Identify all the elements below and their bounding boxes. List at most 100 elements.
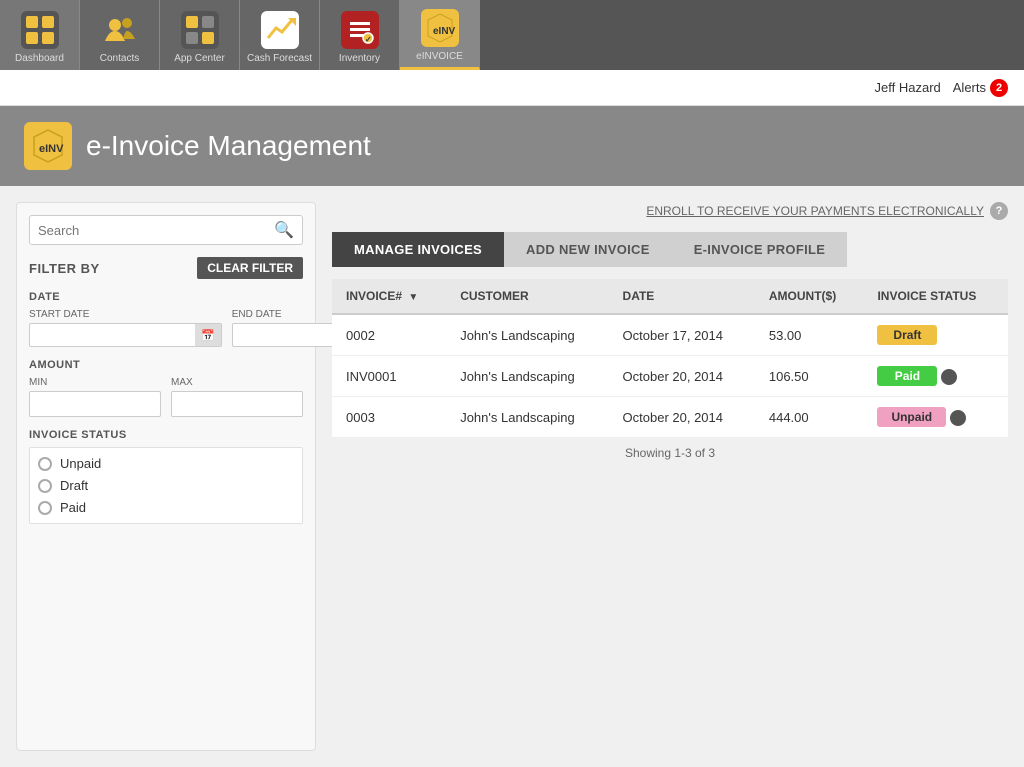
cell-date: October 20, 2014 xyxy=(609,397,755,438)
sidebar: 🔍 FILTER BY CLEAR FILTER DATE START DATE… xyxy=(16,202,316,751)
max-amount-input[interactable] xyxy=(171,391,303,417)
status-badge: Draft xyxy=(877,325,937,345)
appcenter-icon xyxy=(181,11,219,49)
status-label-draft: Draft xyxy=(60,478,88,493)
contacts-icon xyxy=(101,11,139,49)
svg-text:eINV: eINV xyxy=(433,26,456,37)
top-navigation: Dashboard Contacts App Center Cash Forec… xyxy=(0,0,1024,70)
status-radio-draft[interactable] xyxy=(38,479,52,493)
cell-invoice-num: INV0001 xyxy=(332,356,446,397)
cell-date: October 20, 2014 xyxy=(609,356,755,397)
col-header-customer[interactable]: CUSTOMER xyxy=(446,279,608,314)
tab-einvoice-profile[interactable]: E-INVOICE PROFILE xyxy=(672,232,848,267)
cell-status: Paid xyxy=(863,356,1008,397)
status-filter-section: INVOICE STATUS Unpaid Draft Paid xyxy=(29,429,303,524)
table-header-row: INVOICE# ▼ CUSTOMER DATE AMOUNT($) INVOI… xyxy=(332,279,1008,314)
filter-header: FILTER BY CLEAR FILTER xyxy=(29,257,303,279)
date-section-title: DATE xyxy=(29,291,303,303)
row-action-dot[interactable] xyxy=(950,410,966,426)
clear-filter-button[interactable]: CLEAR FILTER xyxy=(197,257,303,279)
tab-manage-invoices[interactable]: MANAGE INVOICES xyxy=(332,232,504,267)
status-option-draft[interactable]: Draft xyxy=(38,478,294,493)
max-amount-field: MAX xyxy=(171,377,303,417)
dashboard-icon xyxy=(21,11,59,49)
tab-bar: MANAGE INVOICES ADD NEW INVOICE E-INVOIC… xyxy=(332,232,1008,267)
nav-label-cashforecast: Cash Forecast xyxy=(247,53,312,64)
start-date-field: START DATE 📅 xyxy=(29,309,222,347)
user-name: Jeff Hazard xyxy=(875,80,941,95)
max-label: MAX xyxy=(171,377,303,388)
cell-amount: 106.50 xyxy=(755,356,864,397)
showing-text: Showing 1-3 of 3 xyxy=(332,438,1008,468)
invoice-table-container: INVOICE# ▼ CUSTOMER DATE AMOUNT($) INVOI… xyxy=(332,279,1008,468)
nav-label-einvoice: eINVOICE xyxy=(416,51,463,62)
inventory-icon: ✓ xyxy=(341,11,379,49)
cell-customer: John's Landscaping xyxy=(446,356,608,397)
page-header-icon: eINV xyxy=(24,122,72,170)
alerts-label: Alerts xyxy=(953,80,986,95)
nav-item-contacts[interactable]: Contacts xyxy=(80,0,160,70)
help-icon[interactable]: ? xyxy=(990,202,1008,220)
status-badge: Unpaid xyxy=(877,407,946,427)
min-label: MIN xyxy=(29,377,161,388)
nav-label-dashboard: Dashboard xyxy=(15,53,64,64)
cell-date: October 17, 2014 xyxy=(609,314,755,356)
amount-section-title: AMOUNT xyxy=(29,359,303,371)
cell-status: Unpaid xyxy=(863,397,1008,438)
nav-item-appcenter[interactable]: App Center xyxy=(160,0,240,70)
col-header-date[interactable]: DATE xyxy=(609,279,755,314)
nav-label-inventory: Inventory xyxy=(339,53,380,64)
cell-invoice-num: 0003 xyxy=(332,397,446,438)
nav-item-einvoice[interactable]: eINV eINVOICE xyxy=(400,0,480,70)
status-radio-unpaid[interactable] xyxy=(38,457,52,471)
amount-row: MIN MAX xyxy=(29,377,303,417)
cashforecast-icon xyxy=(261,11,299,49)
cell-amount: 53.00 xyxy=(755,314,864,356)
col-header-amount[interactable]: AMOUNT($) xyxy=(755,279,864,314)
cell-customer: John's Landscaping xyxy=(446,397,608,438)
status-option-unpaid[interactable]: Unpaid xyxy=(38,456,294,471)
nav-item-cashforecast[interactable]: Cash Forecast xyxy=(240,0,320,70)
main-content: 🔍 FILTER BY CLEAR FILTER DATE START DATE… xyxy=(0,186,1024,767)
cell-invoice-num: 0002 xyxy=(332,314,446,356)
col-header-invoice-num[interactable]: INVOICE# ▼ xyxy=(332,279,446,314)
nav-item-inventory[interactable]: ✓ Inventory xyxy=(320,0,400,70)
col-header-status[interactable]: INVOICE STATUS xyxy=(863,279,1008,314)
table-row[interactable]: INV0001 John's Landscaping October 20, 2… xyxy=(332,356,1008,397)
tab-add-new-invoice[interactable]: ADD NEW INVOICE xyxy=(504,232,672,267)
status-badge: Paid xyxy=(877,366,937,386)
nav-item-dashboard[interactable]: Dashboard xyxy=(0,0,80,70)
start-date-label: START DATE xyxy=(29,309,222,320)
row-action-dot[interactable] xyxy=(941,369,957,385)
table-row[interactable]: 0003 John's Landscaping October 20, 2014… xyxy=(332,397,1008,438)
min-amount-input[interactable] xyxy=(29,391,161,417)
status-radio-paid[interactable] xyxy=(38,501,52,515)
amount-filter-section: AMOUNT MIN MAX xyxy=(29,359,303,417)
search-box[interactable]: 🔍 xyxy=(29,215,303,245)
min-amount-field: MIN xyxy=(29,377,161,417)
enroll-bar: ENROLL TO RECEIVE YOUR PAYMENTS ELECTRON… xyxy=(332,202,1008,220)
alerts-badge: 2 xyxy=(990,79,1008,97)
einvoice-icon: eINV xyxy=(421,9,459,47)
status-option-paid[interactable]: Paid xyxy=(38,500,294,515)
status-label-unpaid: Unpaid xyxy=(60,456,101,471)
date-filter-section: DATE START DATE 📅 END DATE 📅 xyxy=(29,291,303,347)
invoice-table: INVOICE# ▼ CUSTOMER DATE AMOUNT($) INVOI… xyxy=(332,279,1008,438)
status-checkboxes: Unpaid Draft Paid xyxy=(29,447,303,524)
page-title: e-Invoice Management xyxy=(86,130,371,162)
alerts-container[interactable]: Alerts 2 xyxy=(953,79,1008,97)
filter-title: FILTER BY xyxy=(29,261,100,276)
sort-arrow-icon: ▼ xyxy=(408,292,418,303)
svg-text:eINV: eINV xyxy=(39,143,64,155)
page-header: eINV e-Invoice Management xyxy=(0,106,1024,186)
search-input[interactable] xyxy=(38,223,268,238)
start-date-input-wrap[interactable]: 📅 xyxy=(29,323,222,347)
enroll-link[interactable]: ENROLL TO RECEIVE YOUR PAYMENTS ELECTRON… xyxy=(646,204,984,218)
cell-status: Draft xyxy=(863,314,1008,356)
table-row[interactable]: 0002 John's Landscaping October 17, 2014… xyxy=(332,314,1008,356)
user-bar: Jeff Hazard Alerts 2 xyxy=(0,70,1024,106)
nav-label-contacts: Contacts xyxy=(100,53,139,64)
right-panel: ENROLL TO RECEIVE YOUR PAYMENTS ELECTRON… xyxy=(316,202,1008,751)
start-date-input[interactable] xyxy=(30,324,195,346)
start-date-calendar-button[interactable]: 📅 xyxy=(195,324,221,346)
